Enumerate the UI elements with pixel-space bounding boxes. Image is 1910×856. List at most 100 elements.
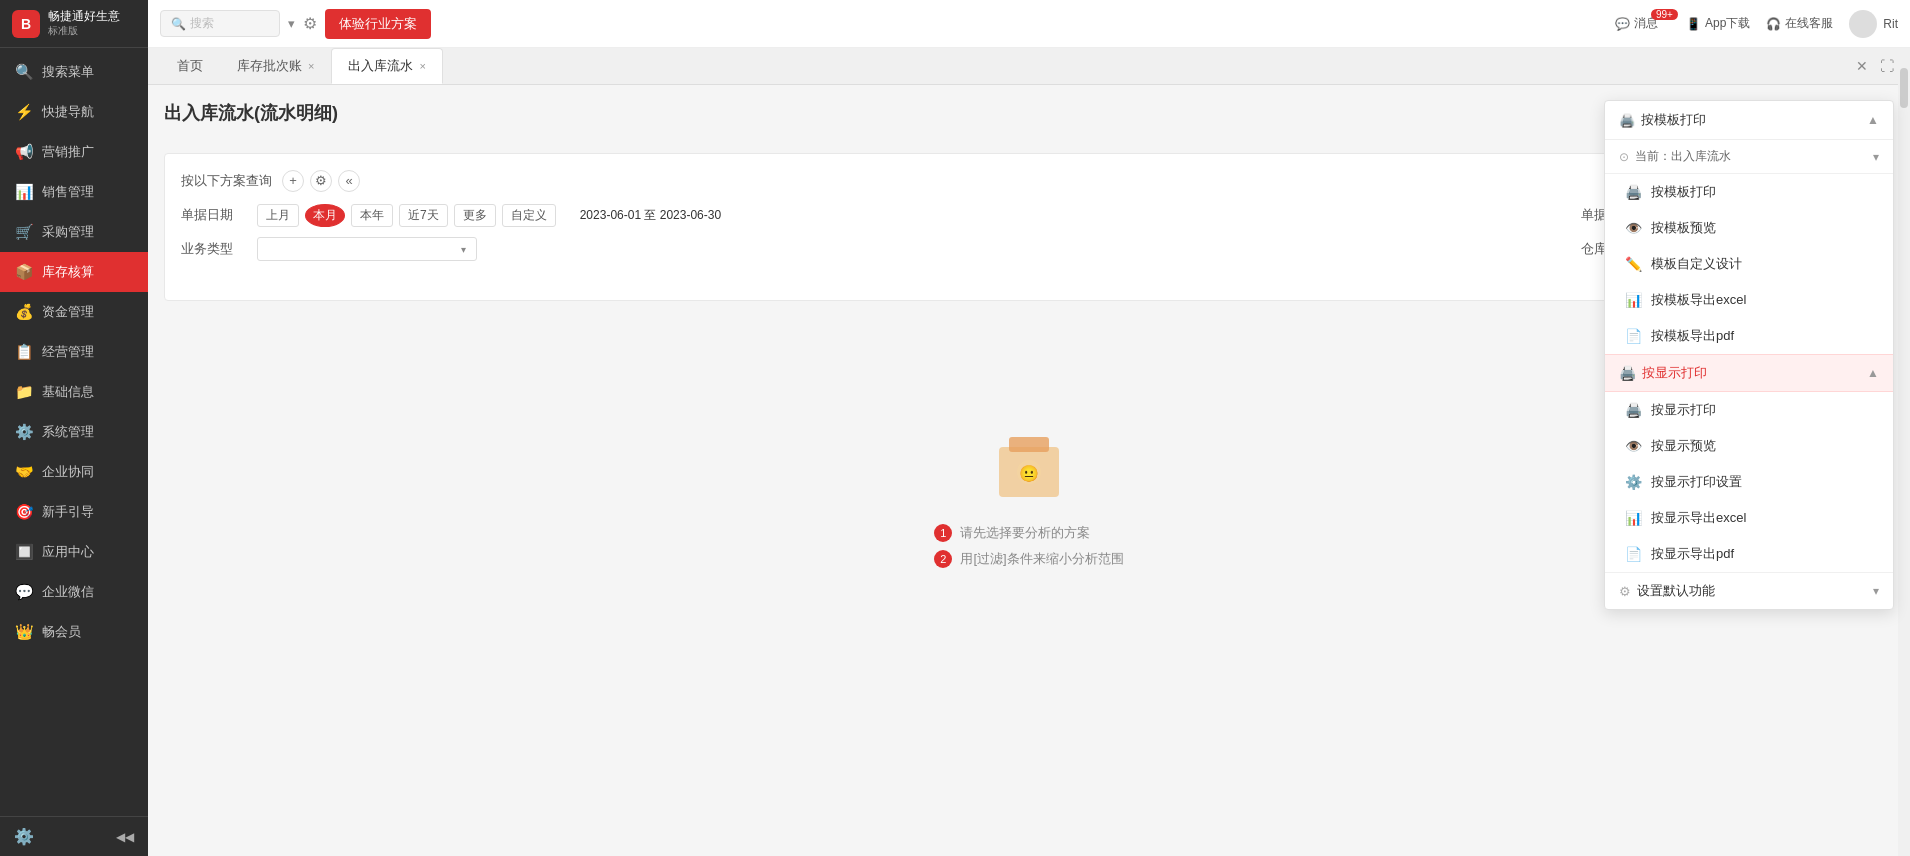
sidebar-item-quick-nav[interactable]: ⚡ 快捷导航	[0, 92, 148, 132]
print-dropdown-panel: 🖨️ 按模板打印 ▲ ⊙ 当前：出入库流水 ▾ 🖨️ 按模板打印 👁️ 按模板预…	[1604, 100, 1894, 610]
tab-inventory-batch-close[interactable]: ×	[308, 60, 314, 72]
online-service-button[interactable]: 🎧 在线客服	[1766, 15, 1833, 32]
sidebar-item-guide[interactable]: 🎯 新手引导	[0, 492, 148, 532]
tab-home[interactable]: 首页	[160, 48, 220, 84]
window-expand-button[interactable]: ⛶	[1876, 54, 1898, 78]
sidebar-item-label-basic: 基础信息	[42, 383, 94, 401]
footer-collapse-icon[interactable]: ◀◀	[116, 830, 134, 844]
user-profile[interactable]: Rit	[1849, 10, 1898, 38]
business-type-placeholder	[268, 242, 271, 256]
export-pdf-display-icon: 📄	[1625, 546, 1641, 562]
sidebar-item-finance[interactable]: 💰 资金管理	[0, 292, 148, 332]
sidebar-item-inventory[interactable]: 📦 库存核算	[0, 252, 148, 292]
topbar: 🔍 搜索 ▾ ⚙ 体验行业方案 💬 消息 99+ 📱 App下载 🎧 在线客服	[148, 0, 1910, 48]
sidebar-item-sales[interactable]: 📊 销售管理	[0, 172, 148, 212]
dropdown-item-print-settings-display[interactable]: ⚙️ 按显示打印设置	[1605, 464, 1893, 500]
tab-stock-flow-close[interactable]: ×	[419, 60, 425, 72]
dropdown-item-export-pdf-display[interactable]: 📄 按显示导出pdf	[1605, 536, 1893, 572]
date-btn-current-year[interactable]: 本年	[351, 204, 393, 227]
dropdown-footer-set-default[interactable]: ⚙ 设置默认功能 ▾	[1605, 572, 1893, 609]
right-scrollbar[interactable]	[1898, 48, 1910, 856]
tabs-window-controls: ✕ ⛶	[1852, 54, 1898, 78]
dropdown-print-icon: 🖨️	[1619, 113, 1635, 128]
custom-design-item-icon: ✏️	[1625, 256, 1641, 272]
footer-settings-icon[interactable]: ⚙️	[14, 827, 34, 846]
quick-nav-icon: ⚡	[14, 102, 34, 122]
sidebar-item-member[interactable]: 👑 畅会员	[0, 612, 148, 652]
online-service-icon: 🎧	[1766, 17, 1781, 31]
business-type-select[interactable]: ▾	[257, 237, 477, 261]
sidebar-item-apps[interactable]: 🔲 应用中心	[0, 532, 148, 572]
topbar-search-icon: 🔍	[171, 17, 186, 31]
main-content: 🔍 搜索 ▾ ⚙ 体验行业方案 💬 消息 99+ 📱 App下载 🎧 在线客服	[148, 0, 1910, 856]
dropdown-current-arrow[interactable]: ▾	[1873, 150, 1879, 164]
sidebar-item-label-operations: 经营管理	[42, 343, 94, 361]
filter-settings-button[interactable]: ⚙	[310, 170, 332, 192]
dropdown-item-preview-display[interactable]: 👁️ 按显示预览	[1605, 428, 1893, 464]
date-btn-custom[interactable]: 自定义	[502, 204, 556, 227]
date-btn-current-month[interactable]: 本月	[305, 204, 345, 227]
footer-set-default-arrow: ▾	[1873, 584, 1879, 598]
empty-step-1: 1 请先选择要分析的方案	[934, 520, 1123, 546]
sidebar-item-label-wechat: 企业微信	[42, 583, 94, 601]
page-title: 出入库流水(流水明细)	[164, 101, 338, 125]
export-excel-template-icon: 📊	[1625, 292, 1641, 308]
date-filter-buttons: 上月 本月 本年 近7天 更多 自定义	[257, 204, 556, 227]
dropdown-item-print-display[interactable]: 🖨️ 按显示打印	[1605, 392, 1893, 428]
window-close-button[interactable]: ✕	[1852, 54, 1872, 78]
print-display-icon: 🖨️	[1625, 402, 1641, 418]
sidebar-item-basic[interactable]: 📁 基础信息	[0, 372, 148, 412]
dropdown-item-custom-design[interactable]: ✏️ 模板自定义设计	[1605, 246, 1893, 282]
dropdown-item-preview-template[interactable]: 👁️ 按模板预览	[1605, 210, 1893, 246]
filter-add-buttons: + ⚙ «	[282, 170, 360, 192]
tab-stock-flow-label: 出入库流水	[348, 57, 413, 75]
sidebar-item-wechat[interactable]: 💬 企业微信	[0, 572, 148, 612]
sidebar-item-search[interactable]: 🔍 搜索菜单	[0, 52, 148, 92]
topbar-settings-icon[interactable]: ⚙	[303, 14, 317, 33]
date-btn-more[interactable]: 更多	[454, 204, 496, 227]
dropdown-item-export-excel-template[interactable]: 📊 按模板导出excel	[1605, 282, 1893, 318]
sidebar-item-operations[interactable]: 📋 经营管理	[0, 332, 148, 372]
footer-set-default-area: ⚙ 设置默认功能	[1619, 582, 1715, 600]
industry-solution-button[interactable]: 体验行业方案	[325, 9, 431, 39]
svg-rect-1	[1009, 437, 1049, 452]
sidebar-item-label-quick-nav: 快捷导航	[42, 103, 94, 121]
sidebar-item-marketing[interactable]: 📢 营销推广	[0, 132, 148, 172]
dropdown-item-export-pdf-template[interactable]: 📄 按模板导出pdf	[1605, 318, 1893, 354]
messages-button[interactable]: 💬 消息 99+	[1615, 15, 1670, 32]
corp-icon: 🤝	[14, 462, 34, 482]
step-2-number: 2	[934, 550, 952, 568]
app-download-button[interactable]: 📱 App下载	[1686, 15, 1750, 32]
tab-inventory-batch[interactable]: 库存批次账 ×	[220, 48, 331, 84]
filter-collapse-left-button[interactable]: «	[338, 170, 360, 192]
date-btn-last-month[interactable]: 上月	[257, 204, 299, 227]
online-service-label: 在线客服	[1785, 15, 1833, 32]
tabs-bar: 首页 库存批次账 × 出入库流水 × ✕ ⛶	[148, 48, 1910, 85]
tab-stock-flow[interactable]: 出入库流水 ×	[331, 48, 442, 84]
dropdown-item-print-template[interactable]: 🖨️ 按模板打印	[1605, 174, 1893, 210]
sidebar-item-system[interactable]: ⚙️ 系统管理	[0, 412, 148, 452]
sidebar-item-corp[interactable]: 🤝 企业协同	[0, 452, 148, 492]
topbar-dropdown-arrow[interactable]: ▾	[288, 16, 295, 31]
dropdown-item-export-excel-display[interactable]: 📊 按显示导出excel	[1605, 500, 1893, 536]
date-btn-7days[interactable]: 近7天	[399, 204, 448, 227]
dropdown-display-section-header[interactable]: 🖨️ 按显示打印 ▲	[1605, 354, 1893, 392]
svg-text:😐: 😐	[1019, 464, 1039, 483]
topbar-search-box[interactable]: 🔍 搜索	[160, 10, 280, 37]
dropdown-current-area: ⊙ 当前：出入库流水	[1619, 148, 1731, 165]
date-range-display: 2023-06-01 至 2023-06-30	[580, 207, 721, 224]
app-logo-icon: B	[12, 10, 40, 38]
dropdown-current-text: 当前：出入库流水	[1635, 148, 1731, 165]
sidebar-item-purchase[interactable]: 🛒 采购管理	[0, 212, 148, 252]
dropdown-chevron-up[interactable]: ▲	[1867, 113, 1879, 127]
filter-add-button[interactable]: +	[282, 170, 304, 192]
sales-icon: 📊	[14, 182, 34, 202]
operations-icon: 📋	[14, 342, 34, 362]
sidebar-item-label-marketing: 营销推广	[42, 143, 94, 161]
dropdown-item-print-template-label: 按模板打印	[1651, 183, 1716, 201]
dropdown-item-custom-design-label: 模板自定义设计	[1651, 255, 1742, 273]
sidebar-item-label-system: 系统管理	[42, 423, 94, 441]
business-type-dropdown-icon: ▾	[461, 244, 466, 255]
app-download-icon: 📱	[1686, 17, 1701, 31]
print-template-item-icon: 🖨️	[1625, 184, 1641, 200]
